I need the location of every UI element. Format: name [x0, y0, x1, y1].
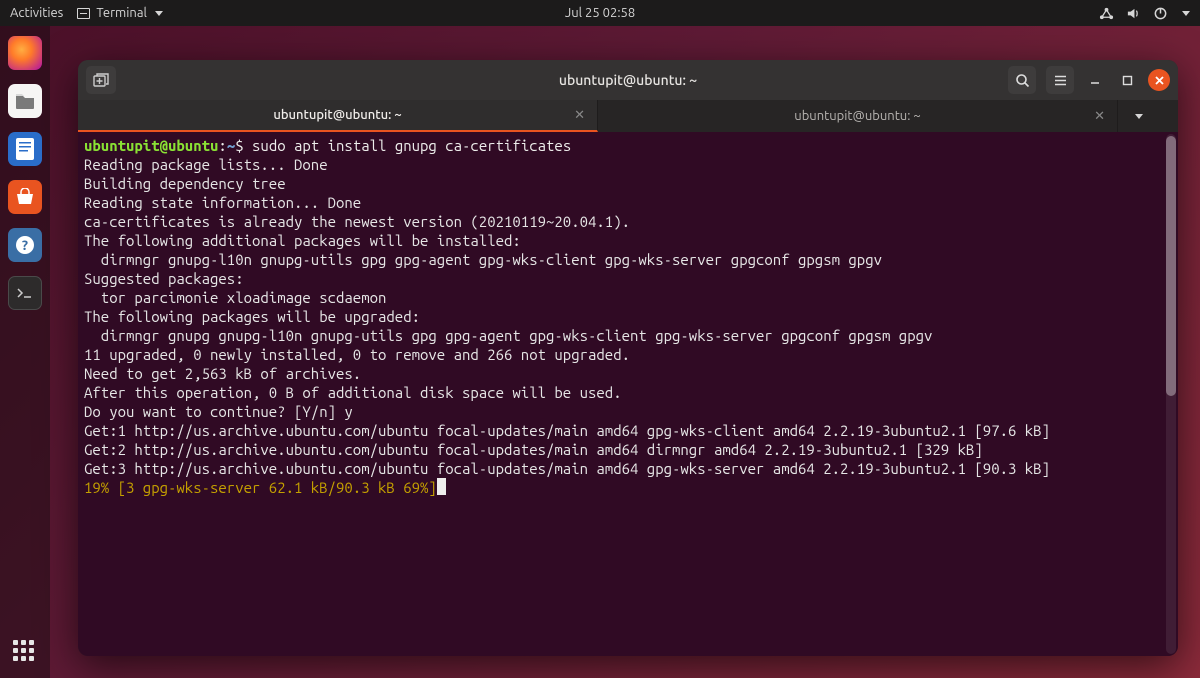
- minimize-button[interactable]: [1084, 69, 1106, 91]
- tab-0[interactable]: ubuntupit@ubuntu: ~ ✕: [78, 100, 598, 132]
- terminal-output[interactable]: ubuntupit@ubuntu:~$ sudo apt install gnu…: [78, 132, 1178, 656]
- chevron-down-icon: [1135, 114, 1143, 119]
- tab-close-icon[interactable]: ✕: [574, 108, 585, 123]
- command-text: sudo apt install gnupg ca-certificates: [252, 137, 571, 154]
- app-menu-label: Terminal: [96, 6, 147, 20]
- app-menu[interactable]: Terminal: [77, 6, 163, 20]
- tab-1[interactable]: ubuntupit@ubuntu: ~ ✕: [598, 100, 1118, 132]
- prompt-user: ubuntupit@ubuntu: [84, 137, 218, 154]
- activities-button[interactable]: Activities: [10, 6, 63, 20]
- maximize-button[interactable]: [1116, 69, 1138, 91]
- window-title: ubuntupit@ubuntu: ~: [559, 72, 697, 88]
- svg-text:?: ?: [22, 237, 28, 253]
- scrollbar[interactable]: [1166, 134, 1176, 654]
- prompt-end: $: [235, 137, 252, 154]
- cursor-block: [437, 478, 446, 495]
- terminal-window: ubuntupit@ubuntu: ~ ubuntupit@ubuntu: ~ …: [78, 60, 1178, 656]
- tab-strip: ubuntupit@ubuntu: ~ ✕ ubuntupit@ubuntu: …: [78, 100, 1178, 132]
- system-menu-chevron-icon[interactable]: [1182, 11, 1190, 16]
- volume-icon[interactable]: [1126, 6, 1141, 21]
- hamburger-menu-button[interactable]: [1046, 66, 1074, 94]
- dock-help[interactable]: ?: [8, 228, 42, 262]
- search-button[interactable]: [1008, 66, 1036, 94]
- new-tab-button[interactable]: [86, 66, 116, 94]
- tab-close-icon[interactable]: ✕: [1094, 109, 1105, 124]
- power-icon[interactable]: [1153, 6, 1168, 21]
- close-button[interactable]: [1148, 69, 1170, 91]
- window-titlebar[interactable]: ubuntupit@ubuntu: ~: [78, 60, 1178, 100]
- prompt-path: ~: [227, 137, 235, 154]
- clock[interactable]: Jul 25 02:58: [565, 6, 635, 20]
- apps-grid-icon: [13, 640, 37, 664]
- scrollbar-thumb[interactable]: [1166, 136, 1176, 396]
- chevron-down-icon: [155, 11, 163, 16]
- tab-dropdown-button[interactable]: [1118, 100, 1158, 132]
- dock-document[interactable]: [8, 132, 42, 166]
- progress-line: 19% [3 gpg-wks-server 62.1 kB/90.3 kB 69…: [84, 479, 437, 496]
- tab-label: ubuntupit@ubuntu: ~: [273, 108, 401, 122]
- output-lines: Reading package lists... Done Building d…: [84, 156, 1050, 477]
- dock: ?: [0, 26, 50, 678]
- dock-files[interactable]: [8, 84, 42, 118]
- terminal-app-icon: [77, 8, 90, 19]
- dock-firefox[interactable]: [8, 36, 42, 70]
- gnome-top-bar: Activities Terminal Jul 25 02:58: [0, 0, 1200, 26]
- dock-terminal[interactable]: [8, 276, 42, 310]
- show-applications[interactable]: [13, 640, 37, 664]
- dock-software[interactable]: [8, 180, 42, 214]
- tab-label: ubuntupit@ubuntu: ~: [794, 109, 920, 123]
- network-icon[interactable]: [1099, 6, 1114, 21]
- prompt-sep: :: [218, 137, 226, 154]
